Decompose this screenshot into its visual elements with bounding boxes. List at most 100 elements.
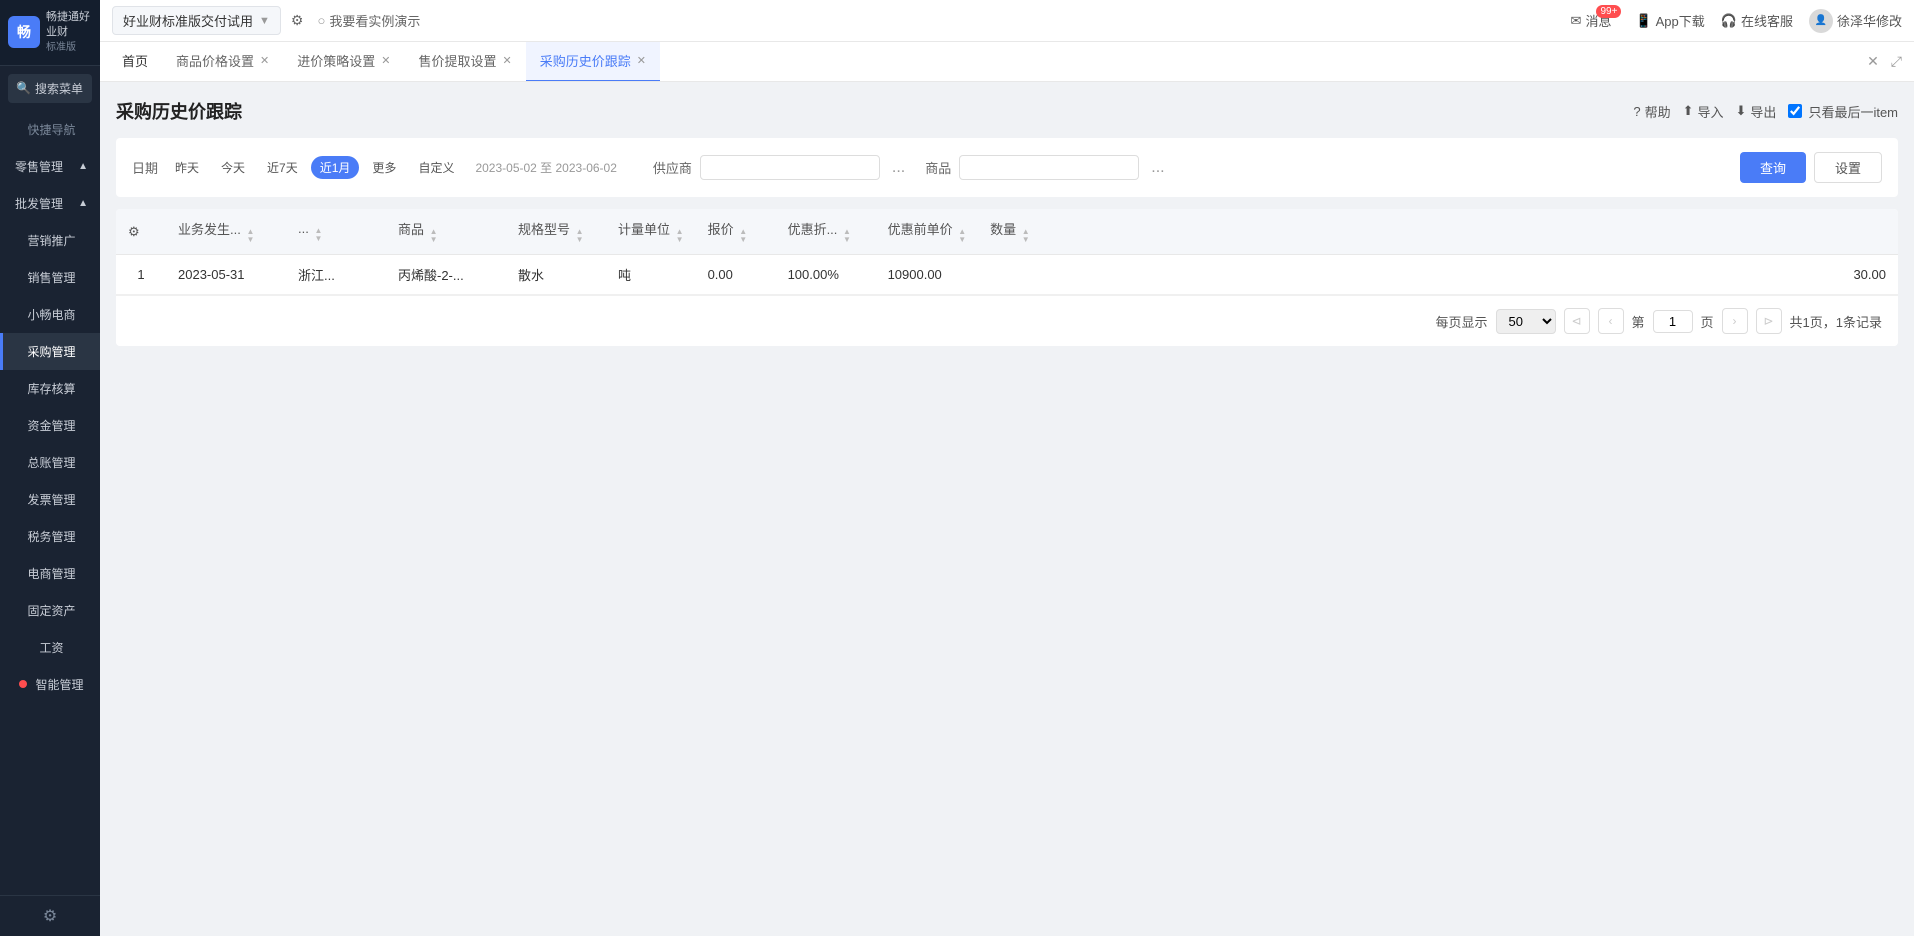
cell-discount: 100.00% [776,255,876,295]
help-button[interactable]: ? 帮助 [1633,102,1670,121]
date-btn-last1month[interactable]: 近1月 [311,156,360,179]
sidebar-item-invoice[interactable]: 发票管理 [0,481,100,518]
filter-area: 日期 昨天 今天 近7天 近1月 更多 自定义 2023-05-02 至 202… [116,138,1898,197]
settings-icon[interactable]: ⚙ [43,906,57,926]
only-last-checkbox-container: 只看最后一item [1788,102,1898,121]
sort-icon-discount: ▲▼ [843,228,851,244]
th-spec[interactable]: 规格型号 ▲▼ [506,209,606,255]
date-range-buttons: 昨天 今天 近7天 近1月 更多 自定义 [166,156,463,179]
th-product[interactable]: 商品 ▲▼ [386,209,506,255]
sidebar-item-ledger[interactable]: 总账管理 [0,444,100,481]
online-service-button[interactable]: 🎧 在线客服 [1721,11,1793,30]
page-last-button[interactable]: ⊳ [1756,308,1782,334]
gear-icon: ⚙ [128,224,140,239]
cell-supplier: 浙江... [286,255,386,295]
tab-expand-icon[interactable]: ⤢ [1887,49,1906,74]
sidebar-item-inventory[interactable]: 库存核算 [0,370,100,407]
data-table-container: ⚙ 业务发生... ▲▼ ... ▲▼ 商品 ▲▼ [116,209,1898,346]
sidebar-item-salary[interactable]: 工资 [0,629,100,666]
tab-product-price[interactable]: 商品价格设置 ✕ [162,42,283,82]
sidebar-item-ecommerce[interactable]: 电商管理 [0,555,100,592]
sidebar-item-sales[interactable]: 销售管理 [0,259,100,296]
tabbar-actions: ✕ ⤢ [1863,49,1906,74]
sort-icon-product: ▲▼ [430,228,438,244]
app-download-button[interactable]: 📱 App下载 [1635,11,1704,30]
page-next-button[interactable]: › [1722,308,1748,334]
date-btn-yesterday[interactable]: 昨天 [166,156,208,179]
table-row: 1 2023-05-31 浙江... 丙烯酸-2-... 散水 吨 0.00 1… [116,255,1898,295]
tab-sale-price[interactable]: 售价提取设置 ✕ [404,42,525,82]
tab-purchase-strategy[interactable]: 进价策略设置 ✕ [283,42,404,82]
product-input[interactable] [959,155,1139,180]
sidebar-item-marketing[interactable]: 营销推广 [0,222,100,259]
th-dots[interactable]: ... ▲▼ [286,209,386,255]
supplier-input[interactable] [700,155,880,180]
th-date[interactable]: 业务发生... ▲▼ [166,209,286,255]
date-btn-last7[interactable]: 近7天 [258,156,307,179]
per-page-select[interactable]: 20 50 100 200 [1496,309,1556,334]
filter-action-buttons: 查询 设置 [1740,152,1882,183]
smart-dot-icon [19,680,27,688]
sidebar-item-wholesale[interactable]: 批发管理 ▲ [0,185,100,222]
tab-close-sale-price[interactable]: ✕ [503,54,512,67]
th-unit[interactable]: 计量单位 ▲▼ [606,209,696,255]
topbar-right: ✉ 消息 99+ 📱 App下载 🎧 在线客服 👤 徐泽华修改 [1571,9,1902,33]
sort-icon-dots: ▲▼ [314,227,322,243]
demo-link[interactable]: ○ 我要看实例演示 [317,11,420,30]
app-download-icon: 📱 [1635,13,1651,29]
tab-purchase-history[interactable]: 采购历史价跟踪 ✕ [526,42,660,82]
supplier-dots-button[interactable]: ... [888,159,909,177]
product-dots-button[interactable]: ... [1147,159,1168,177]
tab-close-all-icon[interactable]: ✕ [1863,49,1883,74]
sidebar-search-area: 🔍 搜索菜单 [0,66,100,111]
filter-product: 商品 ... [925,155,1168,180]
headphone-icon: 🎧 [1721,13,1737,29]
tab-close-purchase-history[interactable]: ✕ [637,54,646,67]
sidebar-item-smart[interactable]: 智能管理 [0,666,100,703]
sidebar-item-retail[interactable]: 零售管理 ▲ [0,148,100,185]
date-range-text: 2023-05-02 至 2023-06-02 [475,159,616,176]
search-menu-button[interactable]: 🔍 搜索菜单 [8,74,92,103]
message-icon: ✉ [1571,13,1582,29]
sidebar-item-quick-nav[interactable]: 快捷导航 [0,111,100,148]
tab-home[interactable]: 首页 [108,42,162,82]
th-discount[interactable]: 优惠折... ▲▼ [776,209,876,255]
avatar: 👤 [1809,9,1833,33]
page-header: 采购历史价跟踪 ? 帮助 ⬆ 导入 ⬇ 导出 只看最后一item [116,98,1898,124]
cell-quote: 0.00 [696,255,776,295]
sidebar-item-tax[interactable]: 税务管理 [0,518,100,555]
cell-spec: 散水 [506,255,606,295]
app-logo: 畅 畅捷通好业财 标准版 [0,0,100,66]
query-button[interactable]: 查询 [1740,152,1806,183]
th-before-discount[interactable]: 优惠前单价 ▲▼ [876,209,979,255]
import-icon: ⬆ [1683,103,1694,119]
page-title: 采购历史价跟踪 [116,98,242,124]
sidebar-item-ecommerce-small[interactable]: 小畅电商 [0,296,100,333]
th-quote[interactable]: 报价 ▲▼ [696,209,776,255]
page-first-button[interactable]: ⊲ [1564,308,1590,334]
user-menu[interactable]: 👤 徐泽华修改 [1809,9,1902,33]
sidebar-item-finance[interactable]: 资金管理 [0,407,100,444]
import-button[interactable]: ⬆ 导入 [1683,102,1724,121]
export-button[interactable]: ⬇ 导出 [1736,102,1777,121]
sort-icon-qty: ▲▼ [1022,228,1030,244]
date-btn-custom[interactable]: 自定义 [409,156,463,179]
settings-button[interactable]: 设置 [1814,152,1882,183]
topbar-gear-icon[interactable]: ⚙ [291,12,304,29]
version-selector[interactable]: 好业财标准版交付试用 ▼ [112,6,281,35]
sidebar-bottom: ⚙ [0,895,100,936]
page-number-input[interactable] [1653,310,1693,333]
th-qty[interactable]: 数量 ▲▼ [978,209,1898,255]
sort-icon-spec: ▲▼ [576,228,584,244]
sidebar-item-purchase[interactable]: 采购管理 [0,333,100,370]
tab-close-product-price[interactable]: ✕ [260,54,269,67]
th-gear[interactable]: ⚙ [116,209,166,255]
sidebar-item-asset[interactable]: 固定资产 [0,592,100,629]
date-btn-today[interactable]: 今天 [212,156,254,179]
message-button[interactable]: ✉ 消息 99+ [1571,11,1612,30]
tab-close-purchase-strategy[interactable]: ✕ [381,54,390,67]
page-prev-button[interactable]: ‹ [1598,308,1624,334]
date-btn-more[interactable]: 更多 [363,156,405,179]
only-last-checkbox[interactable] [1788,104,1802,118]
product-filter-label: 商品 [925,158,951,177]
